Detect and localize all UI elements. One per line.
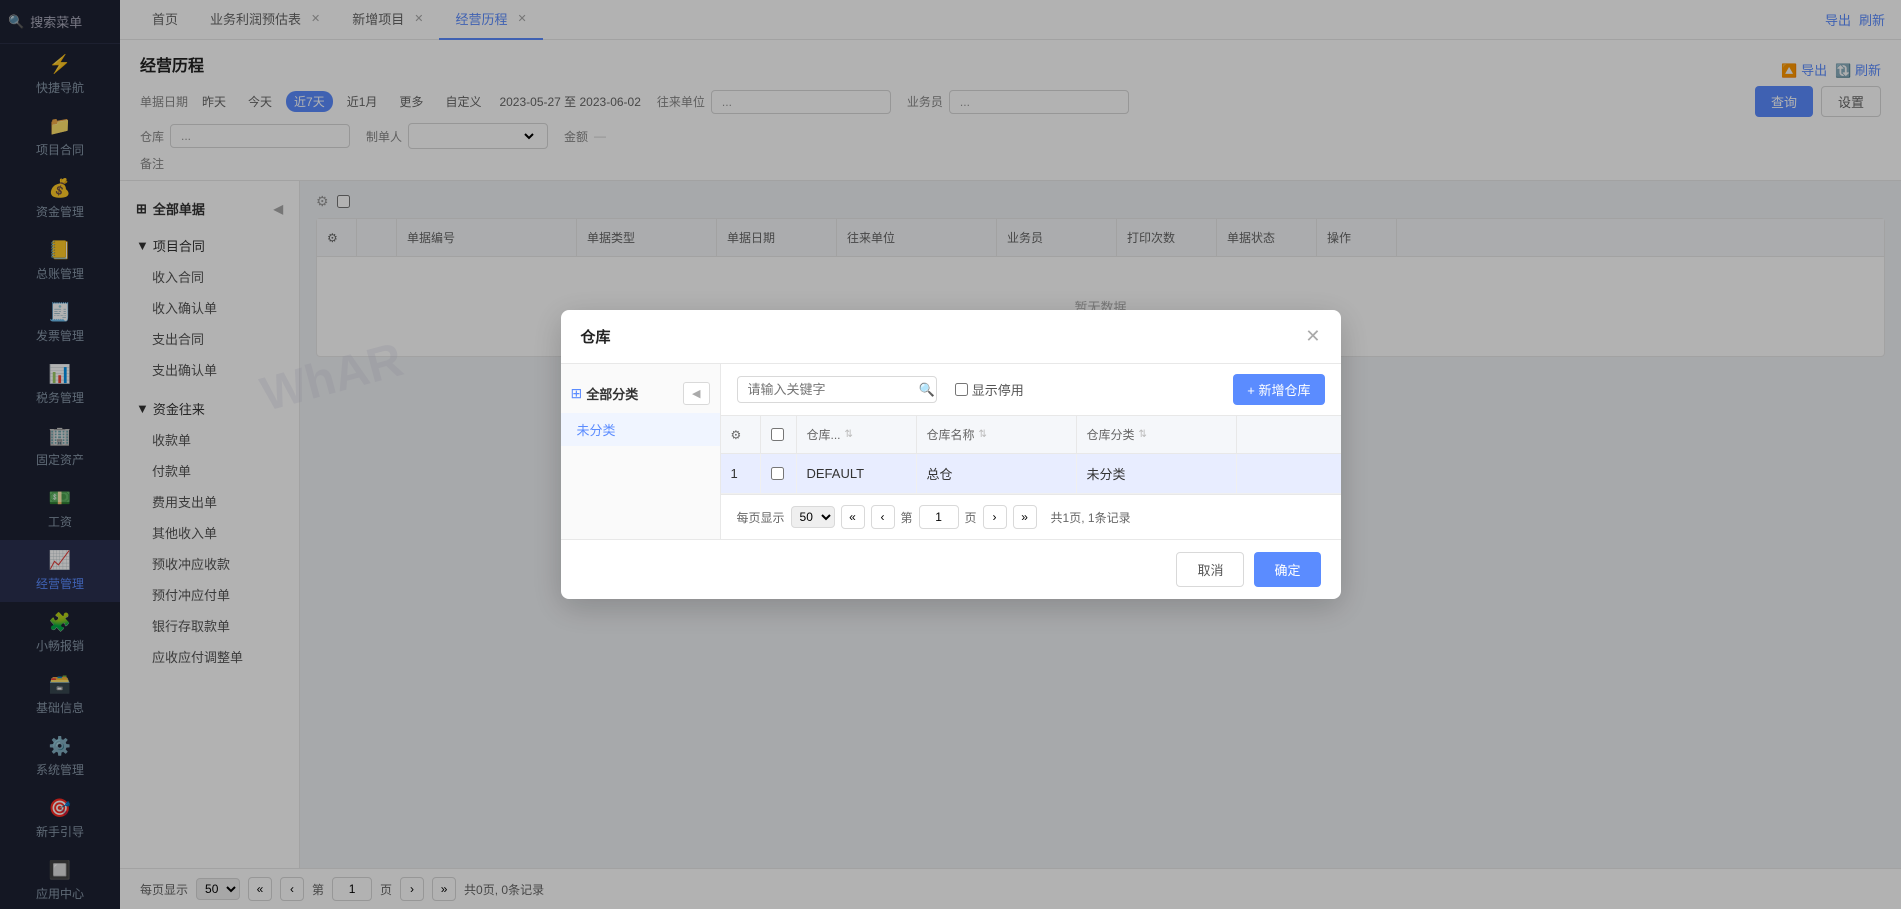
modal-th-settings[interactable]: ⚙ [721,416,761,453]
modal-close-button[interactable]: ✕ [1305,326,1320,347]
modal-prev-btn[interactable]: ‹ [871,505,895,529]
add-warehouse-button[interactable]: + 新增仓库 [1233,374,1324,405]
modal-th-code[interactable]: 仓库... ⇅ [797,416,917,453]
cancel-button[interactable]: 取消 [1176,552,1244,587]
modal-toolbar: 🔍 显示停用 + 新增仓库 [721,364,1341,416]
show-disabled-text: 显示停用 [972,380,1024,399]
sort-code-icon: ⇅ [845,429,853,440]
modal-page-input[interactable] [919,505,959,529]
modal-select-all[interactable] [771,428,784,441]
modal-page-label: 第 [901,509,913,526]
row-check[interactable] [761,454,797,493]
modal-page-size-select[interactable]: 50 [791,506,835,528]
modal-left-panel: ⊞ 全部分类 ◀ 未分类 [561,364,721,539]
table-row[interactable]: 1 DEFAULT 总仓 未分类 [721,454,1341,494]
settings-gear-icon: ⚙ [731,428,742,442]
modal-collapse-btn[interactable]: ◀ [683,382,709,405]
sort-name-icon: ⇅ [979,429,987,440]
modal-title: 仓库 [581,326,611,347]
modal-first-btn[interactable]: « [841,505,865,529]
row-category: 未分类 [1077,454,1237,493]
row-code: DEFAULT [797,454,917,493]
show-disabled-checkbox[interactable] [955,383,968,396]
grid-icon-modal: ⊞ [571,385,583,402]
modal-next-btn[interactable]: › [983,505,1007,529]
modal-last-btn[interactable]: » [1013,505,1037,529]
modal-page-suffix: 页 [965,509,977,526]
modal-pagination: 每页显示 50 « ‹ 第 页 › » 共1页, 1条记录 [721,494,1341,539]
modal-right-panel: 🔍 显示停用 + 新增仓库 ⚙ [721,364,1341,539]
modal-table: ⚙ 仓库... ⇅ 仓库名称 ⇅ [721,416,1341,494]
row-checkbox[interactable] [771,467,784,480]
modal-body: ⊞ 全部分类 ◀ 未分类 🔍 显示停用 + 新增仓库 [561,364,1341,539]
row-num: 1 [721,454,761,493]
modal-all-label[interactable]: 全部分类 [586,384,638,403]
modal-search-icon[interactable]: 🔍 [919,382,935,398]
modal-unclassified-item[interactable]: 未分类 [561,413,720,446]
sort-cat-icon: ⇅ [1139,429,1147,440]
modal-th-category[interactable]: 仓库分类 ⇅ [1077,416,1237,453]
modal-header: 仓库 ✕ [561,310,1341,364]
warehouse-modal: 仓库 ✕ ⊞ 全部分类 ◀ 未分类 🔍 [561,310,1341,599]
confirm-button[interactable]: 确定 [1254,552,1320,587]
modal-footer: 取消 确定 [561,539,1341,599]
modal-page-size-label: 每页显示 [737,509,785,526]
modal-th-check [761,416,797,453]
modal-overlay: 仓库 ✕ ⊞ 全部分类 ◀ 未分类 🔍 [0,0,1901,909]
show-disabled-label[interactable]: 显示停用 [955,380,1024,399]
modal-search-input[interactable] [737,376,937,403]
modal-total-info: 共1页, 1条记录 [1051,509,1131,526]
modal-th-name[interactable]: 仓库名称 ⇅ [917,416,1077,453]
row-name: 总仓 [917,454,1077,493]
modal-table-header: ⚙ 仓库... ⇅ 仓库名称 ⇅ [721,416,1341,454]
